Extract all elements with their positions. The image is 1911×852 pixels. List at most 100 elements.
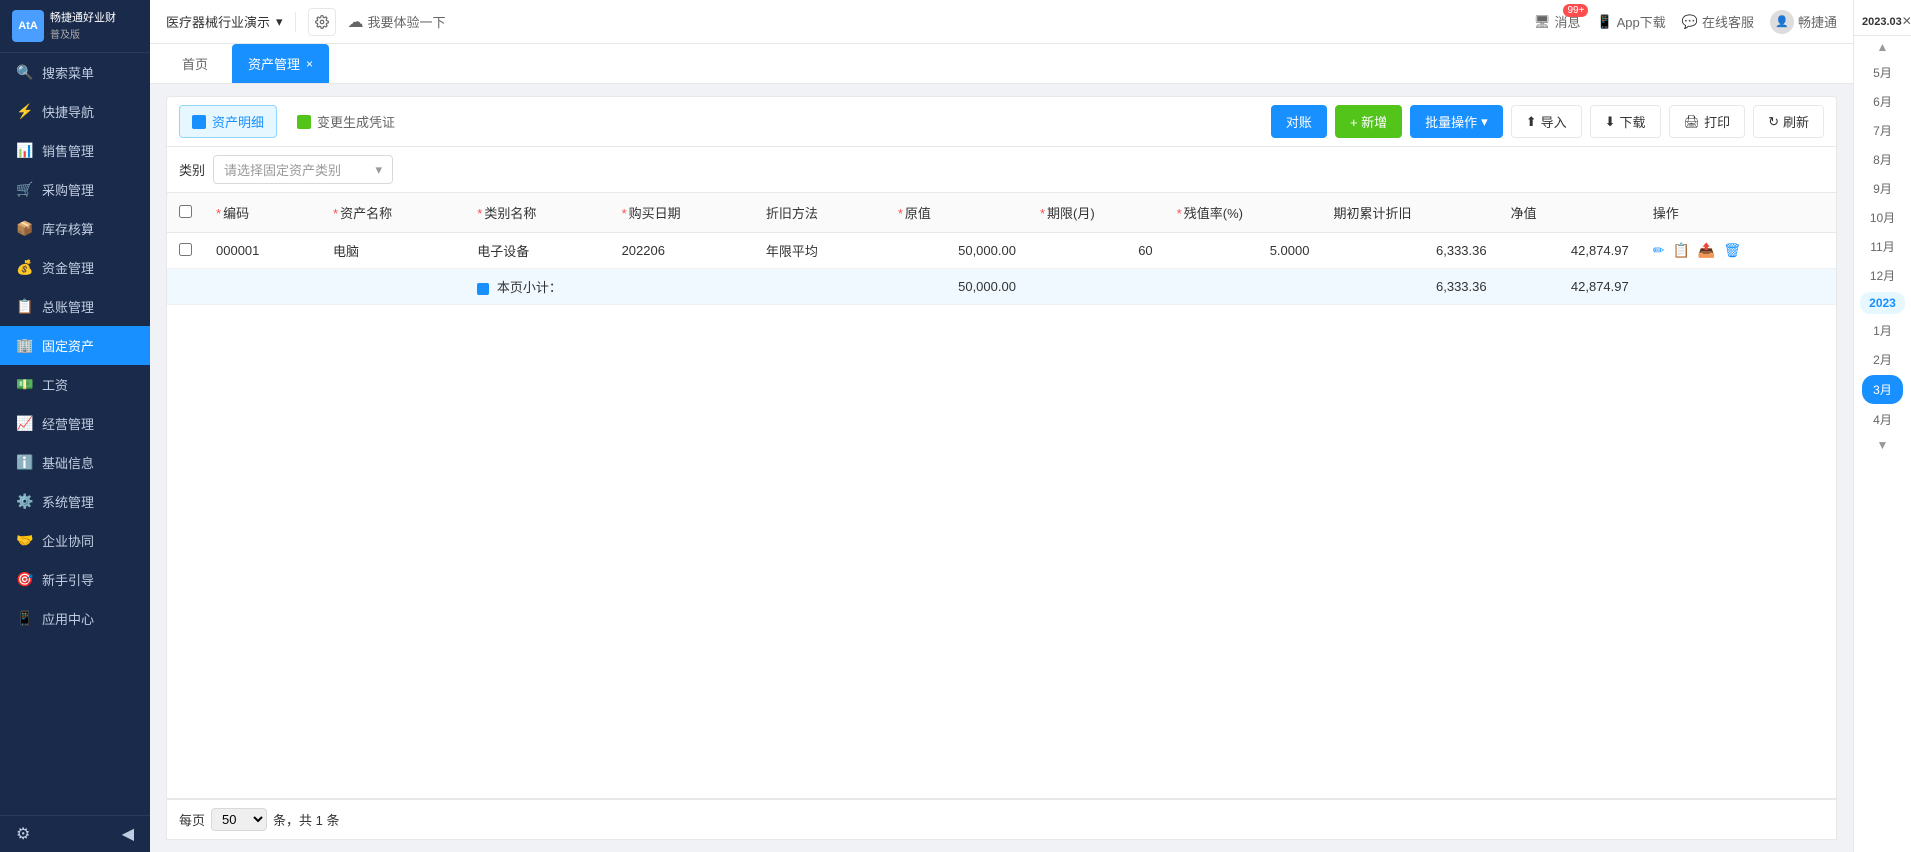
header-checkbox-cell: [167, 193, 204, 233]
batch-ops-chevron-icon: ▾: [1481, 114, 1488, 130]
online-service-label: 在线客服: [1702, 12, 1754, 31]
reconcile-button[interactable]: 对账: [1271, 105, 1327, 138]
sidebar-item-quick-nav[interactable]: ⚡ 快捷导航: [0, 92, 150, 131]
toolbar-tab-change-voucher[interactable]: 变更生成凭证: [285, 106, 407, 137]
sidebar-item-guide[interactable]: 🎯 新手引导: [0, 560, 150, 599]
company-name: 医疗器械行业演示: [166, 12, 270, 31]
month-7[interactable]: 7月: [1854, 116, 1911, 145]
edit-icon[interactable]: ✏: [1653, 242, 1665, 259]
collapse-icon[interactable]: ◀: [122, 824, 134, 844]
tab-close-icon[interactable]: ×: [306, 57, 313, 71]
month-10[interactable]: 10月: [1854, 203, 1911, 232]
month-5[interactable]: 5月: [1854, 58, 1911, 87]
month-9[interactable]: 9月: [1854, 174, 1911, 203]
month-6[interactable]: 6月: [1854, 87, 1911, 116]
new-button[interactable]: + 新增: [1335, 105, 1402, 138]
company-selector[interactable]: 医疗器械行业演示 ▾: [166, 12, 283, 31]
category-placeholder: 请选择固定资产类别: [224, 160, 341, 179]
year-2023-badge: 2023: [1860, 292, 1905, 314]
sidebar-item-sales[interactable]: 📊 销售管理: [0, 131, 150, 170]
category-select[interactable]: 请选择固定资产类别 ▾: [213, 155, 393, 184]
print-button[interactable]: 🖨 打印: [1669, 105, 1746, 138]
tabs-bar: 首页 资产管理 ×: [150, 44, 1853, 84]
app-download-button[interactable]: 📱 App下载: [1596, 12, 1665, 31]
transfer-icon[interactable]: 📤: [1698, 242, 1715, 259]
online-service-button[interactable]: 💬 在线客服: [1682, 12, 1754, 31]
sidebar-item-funds[interactable]: 💰 资金管理: [0, 248, 150, 287]
close-panel-icon[interactable]: ✕: [1902, 14, 1911, 29]
download-button[interactable]: ⬇ 下载: [1590, 105, 1661, 138]
refresh-icon: ↻: [1768, 114, 1779, 130]
messages-icon: 🖥: [1534, 14, 1551, 30]
month-4[interactable]: 4月: [1854, 405, 1911, 434]
sidebar-item-inventory[interactable]: 📦 库存核算: [0, 209, 150, 248]
username: 畅捷通: [1798, 12, 1837, 31]
topbar-settings-button[interactable]: [308, 8, 336, 36]
panel-down-icon[interactable]: ▼: [1869, 434, 1897, 456]
subtotal-row: 本页小计： 50,000.00 6,333.36 42,874.97: [167, 269, 1836, 305]
month-11[interactable]: 11月: [1854, 232, 1911, 261]
subtotal-label: 本页小计：: [497, 280, 562, 295]
user-menu[interactable]: 👤 畅捷通: [1770, 10, 1837, 34]
subtotal-empty-3: [321, 269, 465, 305]
tab-home[interactable]: 首页: [166, 44, 224, 83]
select-all-checkbox[interactable]: [179, 205, 192, 218]
experience-button[interactable]: ☁ 我要体验一下: [348, 12, 446, 32]
header-code: *编码: [204, 193, 321, 233]
toolbar-tab-asset-detail[interactable]: 资产明细: [179, 105, 277, 138]
row-checkbox-cell: [167, 233, 204, 269]
experience-label: 我要体验一下: [368, 12, 446, 31]
batch-ops-button[interactable]: 批量操作 ▾: [1410, 105, 1503, 138]
per-page-label: 每页: [179, 810, 205, 829]
ledger-icon: 📋: [16, 298, 34, 316]
sidebar-item-ledger[interactable]: 📋 总账管理: [0, 287, 150, 326]
tab-asset-mgmt[interactable]: 资产管理 ×: [232, 44, 329, 83]
cell-initial-depreciation: 6,333.36: [1321, 233, 1498, 269]
month-8[interactable]: 8月: [1854, 145, 1911, 174]
quick-nav-icon: ⚡: [16, 103, 34, 121]
copy-icon[interactable]: 📋: [1672, 242, 1689, 259]
sidebar-item-label: 采购管理: [42, 180, 94, 199]
sidebar-item-purchase[interactable]: 🛒 采购管理: [0, 170, 150, 209]
sidebar-item-operations[interactable]: 📈 经营管理: [0, 404, 150, 443]
row-checkbox[interactable]: [179, 243, 192, 256]
app-center-icon: 📱: [16, 610, 34, 628]
funds-icon: 💰: [16, 259, 34, 277]
refresh-button[interactable]: ↻ 刷新: [1753, 105, 1824, 138]
settings-bottom-icon[interactable]: ⚙: [16, 824, 30, 844]
sidebar-item-app-center[interactable]: 📱 应用中心: [0, 599, 150, 638]
month-2[interactable]: 2月: [1854, 345, 1911, 374]
header-period: *期限(月): [1028, 193, 1165, 233]
cell-residual-rate: 5.0000: [1165, 233, 1322, 269]
sidebar-item-label: 企业协同: [42, 531, 94, 550]
category-chevron-icon: ▾: [375, 162, 382, 178]
sidebar: AtA 畅捷通好业财 普及版 🔍 搜索菜单 ⚡ 快捷导航 📊 销售管理 🛒 采购…: [0, 0, 150, 852]
panel-up-icon[interactable]: ▲: [1869, 36, 1897, 58]
month-3-active[interactable]: 3月: [1862, 375, 1903, 404]
per-page-select[interactable]: 50 10 20 100: [211, 808, 267, 831]
asset-detail-tab-icon: [192, 115, 206, 129]
month-1[interactable]: 1月: [1854, 316, 1911, 345]
month-12[interactable]: 12月: [1854, 261, 1911, 290]
sidebar-bottom: ⚙ ◀: [0, 815, 150, 852]
messages-button[interactable]: 🖥 消息 99+: [1534, 12, 1581, 31]
delete-icon[interactable]: 🗑: [1723, 242, 1741, 259]
sidebar-item-label: 销售管理: [42, 141, 94, 160]
header-name: *资产名称: [321, 193, 465, 233]
sidebar-item-system[interactable]: ⚙️ 系统管理: [0, 482, 150, 521]
sidebar-item-fixed-assets[interactable]: 🏢 固定资产: [0, 326, 150, 365]
sidebar-item-search[interactable]: 🔍 搜索菜单: [0, 53, 150, 92]
subtotal-label-cell: 本页小计：: [465, 269, 886, 305]
sidebar-item-label: 基础信息: [42, 453, 94, 472]
sidebar-item-salary[interactable]: 💵 工资: [0, 365, 150, 404]
table-header-row: *编码 *资产名称 *类别名称 *购买日期 折旧方法 *原值 *期限(月) *残…: [167, 193, 1836, 233]
sidebar-item-label: 新手引导: [42, 570, 94, 589]
sales-icon: 📊: [16, 142, 34, 160]
toolbar-tab-asset-detail-label: 资产明细: [212, 112, 264, 131]
subtotal-empty-5: [1165, 269, 1322, 305]
sidebar-item-enterprise[interactable]: 🤝 企业协同: [0, 521, 150, 560]
topbar-right: 🖥 消息 99+ 📱 App下载 💬 在线客服 👤 畅捷通: [1534, 10, 1837, 34]
import-button[interactable]: ⬆ 导入: [1511, 105, 1582, 138]
sidebar-item-basic-info[interactable]: ℹ️ 基础信息: [0, 443, 150, 482]
sidebar-item-label: 固定资产: [42, 336, 94, 355]
